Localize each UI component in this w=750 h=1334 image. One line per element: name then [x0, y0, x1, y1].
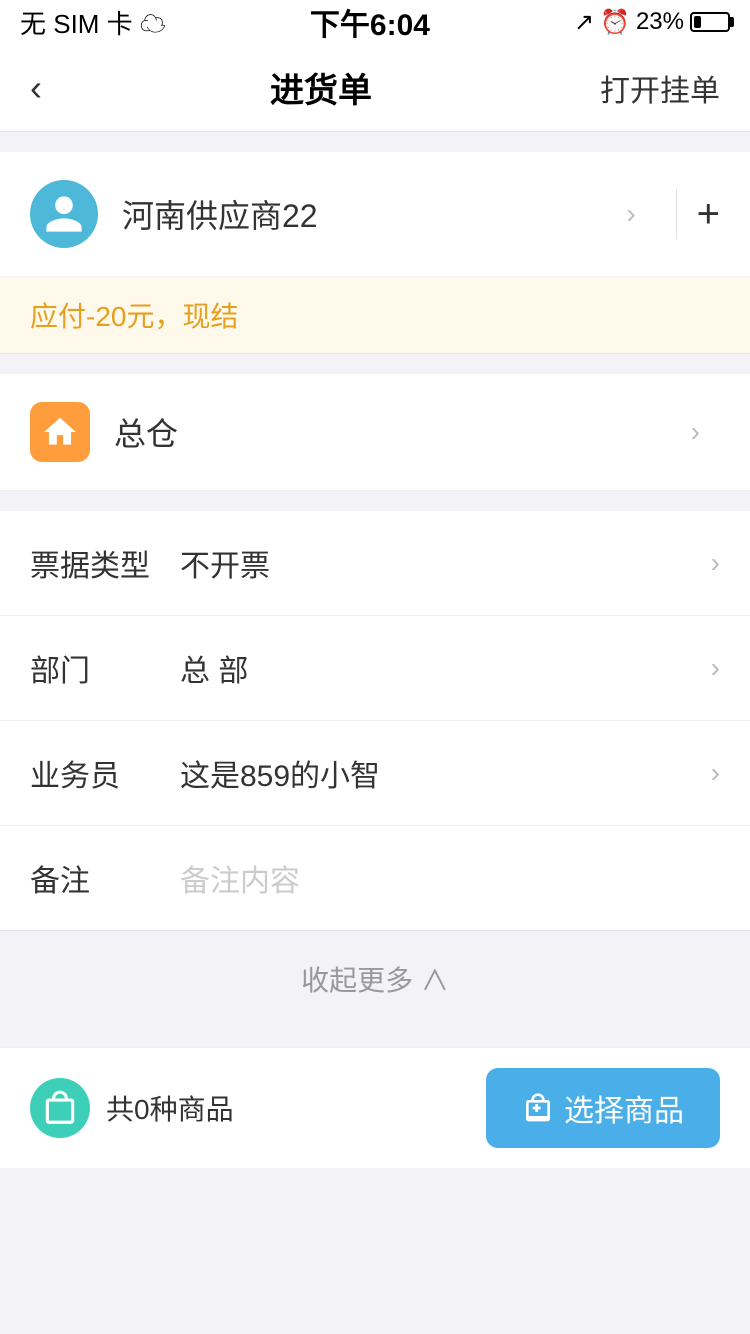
warehouse-name: 总仓: [114, 409, 691, 455]
form-row-department[interactable]: 部门 总 部 ›: [0, 616, 750, 721]
alarm-icon: ⏰: [600, 8, 630, 37]
form-row-remark[interactable]: 备注 备注内容: [0, 826, 750, 930]
warehouse-section[interactable]: 总仓 ›: [0, 374, 750, 491]
notice-bar: 应付-20元，现结: [0, 277, 750, 354]
warehouse-icon: [30, 402, 90, 462]
select-product-button[interactable]: 选择商品: [486, 1068, 720, 1148]
bottom-bar: 共0种商品 选择商品: [0, 1047, 750, 1168]
page-content: 河南供应商22 › + 应付-20元，现结 总仓 › 票据类型 不开票 › 部门…: [0, 132, 750, 1334]
back-button[interactable]: ‹: [30, 67, 42, 109]
supplier-section: 河南供应商22 › +: [0, 152, 750, 277]
form-row-ticket-type[interactable]: 票据类型 不开票 ›: [0, 511, 750, 616]
remark-input[interactable]: 备注内容: [170, 856, 720, 900]
section-gap-2: [0, 1027, 750, 1047]
ticket-type-label: 票据类型: [30, 541, 170, 585]
open-pending-button[interactable]: 打开挂单: [600, 66, 720, 110]
supplier-divider: [676, 189, 677, 239]
select-product-label: 选择商品: [564, 1086, 684, 1130]
add-product-icon: [522, 1092, 554, 1124]
salesperson-value: 这是859的小智: [170, 751, 711, 795]
department-chevron-icon: ›: [711, 652, 720, 684]
status-left: 无 SIM 卡 ☁: [20, 4, 166, 41]
warehouse-chevron-icon: ›: [691, 416, 700, 448]
salesperson-label: 业务员: [30, 751, 170, 795]
department-label: 部门: [30, 646, 170, 690]
product-count-area: 共0种商品: [30, 1078, 234, 1138]
person-icon: [42, 192, 86, 236]
product-icon: [30, 1078, 90, 1138]
supplier-name[interactable]: 河南供应商22: [122, 191, 626, 237]
ticket-type-value: 不开票: [170, 541, 711, 585]
nav-bar: ‹ 进货单 打开挂单: [0, 44, 750, 132]
shopping-bag-icon: [41, 1089, 79, 1127]
status-time: 下午6:04: [310, 0, 430, 44]
collapse-row[interactable]: 收起更多 ∧: [0, 930, 750, 1027]
ticket-type-chevron-icon: ›: [711, 547, 720, 579]
salesperson-chevron-icon: ›: [711, 757, 720, 789]
form-row-salesperson[interactable]: 业务员 这是859的小智 ›: [0, 721, 750, 826]
home-icon: [41, 413, 79, 451]
notice-text: 应付-20元，现结: [30, 301, 238, 332]
battery-percent: 23%: [636, 8, 684, 36]
remark-label: 备注: [30, 856, 170, 900]
location-icon: ↗: [574, 8, 594, 37]
department-value: 总 部: [170, 646, 711, 690]
status-right: ↗ ⏰ 23%: [574, 8, 730, 37]
add-button[interactable]: +: [697, 192, 720, 237]
form-section: 票据类型 不开票 › 部门 总 部 › 业务员 这是859的小智 › 备注 备注…: [0, 511, 750, 930]
supplier-chevron-icon: ›: [626, 198, 635, 230]
supplier-avatar: [30, 180, 98, 248]
collapse-label[interactable]: 收起更多 ∧: [301, 959, 449, 999]
status-bar: 无 SIM 卡 ☁ 下午6:04 ↗ ⏰ 23%: [0, 0, 750, 44]
product-count-text: 共0种商品: [106, 1088, 234, 1128]
page-title: 进货单: [270, 63, 372, 112]
section-gap-1: [0, 132, 750, 152]
battery-icon: [690, 12, 730, 32]
